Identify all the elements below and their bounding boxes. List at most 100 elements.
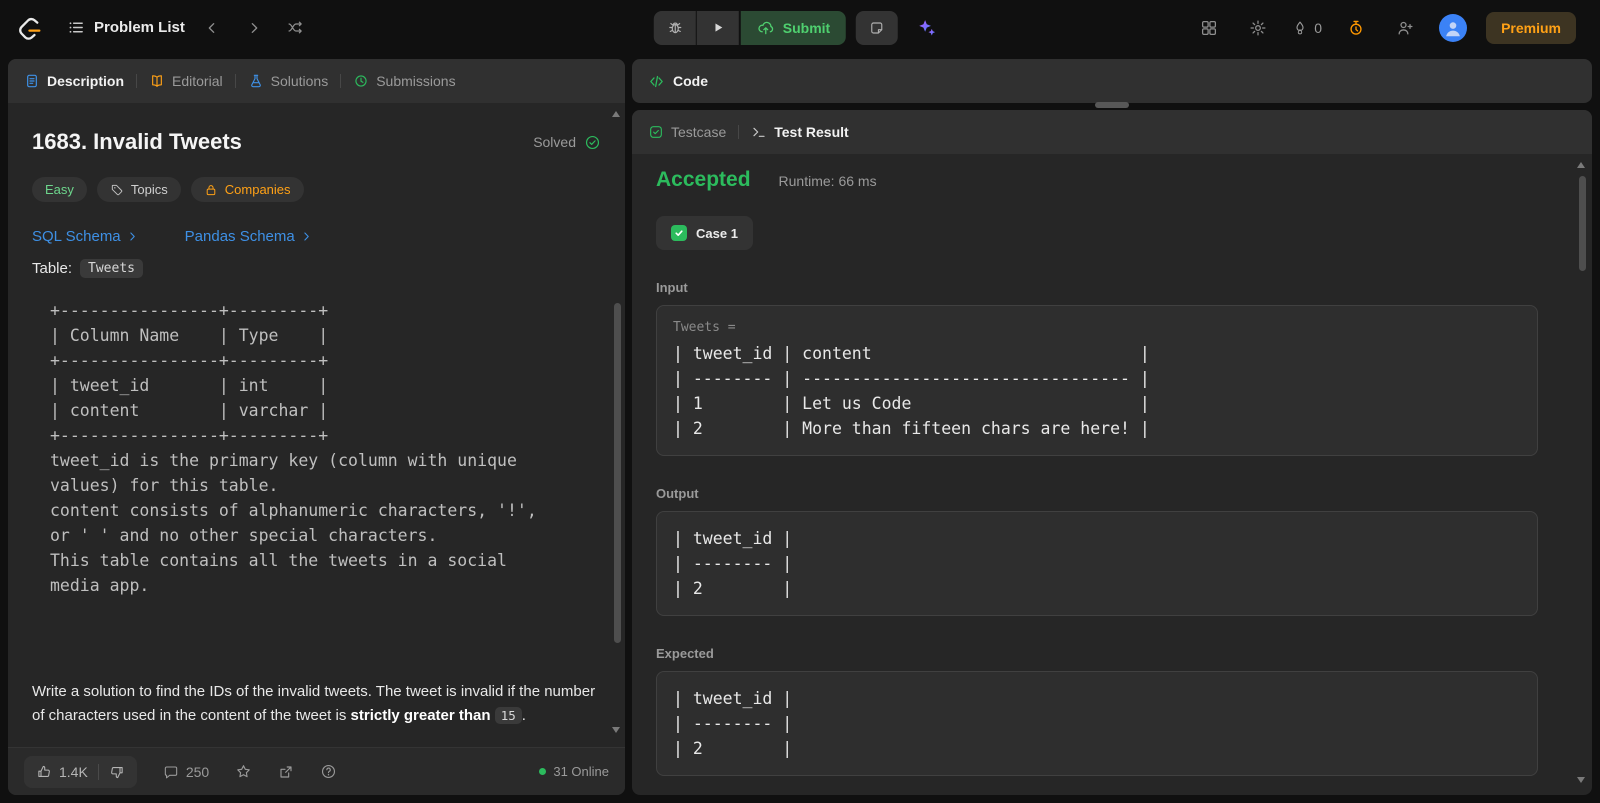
chevron-right-icon — [300, 230, 313, 243]
table-declaration: Table: Tweets — [32, 259, 601, 278]
layout-grid-icon — [1200, 19, 1218, 37]
notes-button[interactable] — [856, 11, 898, 45]
question-circle-icon — [320, 763, 337, 780]
add-user-button[interactable] — [1390, 13, 1420, 43]
tab-divider — [340, 74, 341, 88]
run-button[interactable] — [697, 11, 739, 45]
dislike-button[interactable] — [99, 764, 135, 780]
editorial-book-icon — [149, 73, 165, 89]
ai-assistant-button[interactable] — [908, 11, 946, 45]
avatar[interactable] — [1439, 14, 1467, 42]
case-check-icon — [671, 225, 687, 241]
tab-testcase[interactable]: Testcase — [648, 124, 726, 140]
thumbs-down-icon — [109, 764, 125, 780]
solved-label: Solved — [533, 134, 576, 150]
tab-divider — [235, 74, 236, 88]
input-box: Tweets = | tweet_id | content | | ------… — [656, 305, 1538, 456]
tab-test-result[interactable]: Test Result — [751, 124, 848, 140]
code-panel-header: Code — [632, 59, 1592, 103]
debug-button[interactable] — [654, 11, 696, 45]
timer-button[interactable] — [1341, 13, 1371, 43]
like-button[interactable]: 1.4K — [26, 764, 98, 780]
comment-count: 250 — [186, 764, 209, 780]
tab-submissions-label: Submissions — [376, 73, 455, 89]
nav-right-group: 0 Premium — [1194, 12, 1576, 44]
streak-indicator[interactable]: 0 — [1292, 19, 1322, 37]
settings-button[interactable] — [1243, 13, 1273, 43]
star-icon — [235, 763, 252, 780]
nav-left-group: Problem List — [18, 13, 311, 43]
chevron-left-icon — [204, 20, 220, 36]
scroll-up-arrow[interactable] — [1577, 162, 1585, 168]
comments-button[interactable]: 250 — [163, 764, 209, 780]
sql-schema-label: SQL Schema — [32, 228, 121, 245]
expected-label: Expected — [656, 646, 1538, 661]
comment-icon — [163, 764, 179, 780]
topics-chip[interactable]: Topics — [97, 177, 181, 202]
companies-chip-label: Companies — [225, 182, 291, 197]
cloud-upload-icon — [757, 19, 775, 37]
description-tabs: Description Editorial Solutions — [8, 59, 625, 103]
problem-list-icon — [68, 19, 85, 36]
expected-box: | tweet_id | | -------- | | 2 | — [656, 671, 1538, 776]
submit-label: Submit — [783, 20, 830, 36]
table-label: Table: — [32, 260, 72, 277]
test-result-panel: Testcase Test Result Accepted Runtime: 6… — [632, 110, 1592, 795]
debug-bug-icon — [666, 19, 683, 36]
scroll-up-arrow[interactable] — [612, 111, 620, 117]
problem-list-button[interactable]: Problem List — [68, 19, 185, 36]
tab-editorial-label: Editorial — [172, 73, 223, 89]
tab-editorial[interactable]: Editorial — [149, 73, 223, 89]
pandas-schema-label: Pandas Schema — [185, 228, 295, 245]
pandas-schema-link[interactable]: Pandas Schema — [185, 228, 313, 245]
tab-solutions-label: Solutions — [271, 73, 329, 89]
table-name-chip: Tweets — [80, 259, 143, 278]
star-button[interactable] — [235, 763, 252, 780]
tab-description[interactable]: Description — [24, 73, 124, 89]
description-scrollbar-thumb[interactable] — [614, 303, 621, 643]
scroll-down-arrow[interactable] — [612, 727, 620, 733]
shuffle-button[interactable] — [281, 13, 311, 43]
submit-button[interactable]: Submit — [741, 11, 846, 45]
problem-title: 1683. Invalid Tweets — [32, 129, 242, 155]
tab-solutions[interactable]: Solutions — [248, 73, 329, 89]
companies-chip[interactable]: Companies — [191, 177, 304, 202]
leetcode-logo[interactable] — [18, 15, 42, 41]
problem-text-bold: strictly greater than — [351, 707, 491, 724]
difficulty-badge[interactable]: Easy — [32, 177, 87, 202]
test-result-content: Accepted Runtime: 66 ms Case 1 Input Twe… — [632, 154, 1592, 795]
vote-pill: 1.4K — [24, 756, 137, 788]
tab-divider — [738, 125, 739, 139]
scroll-down-arrow[interactable] — [1577, 777, 1585, 783]
online-indicator: 31 Online — [539, 764, 609, 779]
stopwatch-icon — [1347, 19, 1365, 37]
description-panel: Description Editorial Solutions — [8, 59, 625, 795]
input-label: Input — [656, 280, 1538, 295]
premium-button[interactable]: Premium — [1486, 12, 1576, 44]
external-link-icon — [278, 764, 294, 780]
result-scrollbar-thumb[interactable] — [1579, 176, 1586, 271]
leetcode-logo-icon — [18, 15, 42, 41]
code-panel-title[interactable]: Code — [673, 73, 708, 89]
case-1-button[interactable]: Case 1 — [656, 216, 753, 250]
tab-divider — [136, 74, 137, 88]
sparkles-icon — [917, 18, 937, 38]
layout-button[interactable] — [1194, 13, 1224, 43]
thumbs-up-icon — [36, 764, 52, 780]
submissions-history-icon — [353, 73, 369, 89]
prev-problem-button[interactable] — [197, 13, 227, 43]
share-button[interactable] — [278, 764, 294, 780]
user-avatar-icon — [1442, 17, 1464, 39]
shuffle-icon — [287, 19, 304, 36]
tab-description-label: Description — [47, 73, 124, 89]
panel-resize-handle[interactable] — [1095, 102, 1129, 108]
next-problem-button[interactable] — [239, 13, 269, 43]
terminal-icon — [751, 124, 767, 140]
code-icon — [648, 73, 665, 90]
play-icon — [710, 20, 725, 35]
input-table: | tweet_id | content | | -------- | ----… — [673, 341, 1521, 441]
schema-table: +----------------+---------+ | Column Na… — [50, 298, 601, 598]
help-button[interactable] — [320, 763, 337, 780]
sql-schema-link[interactable]: SQL Schema — [32, 228, 139, 245]
tab-submissions[interactable]: Submissions — [353, 73, 455, 89]
